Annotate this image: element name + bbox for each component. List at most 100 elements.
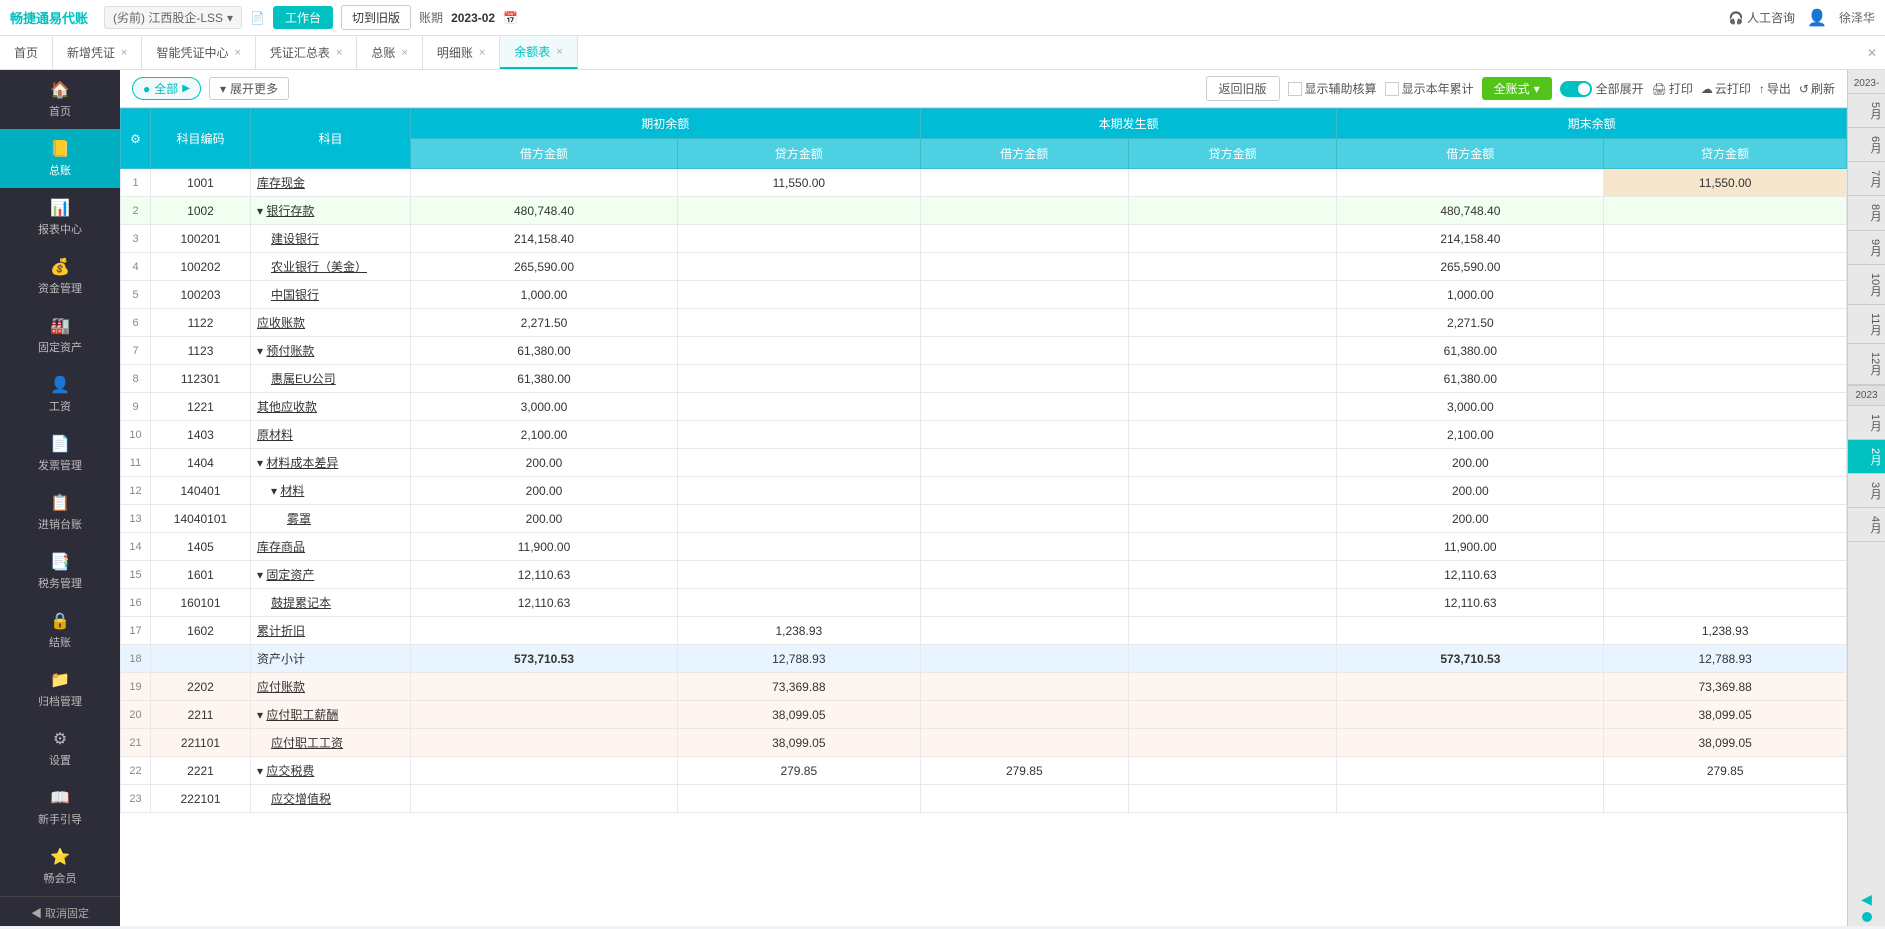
row-name[interactable]: ▾ 材料 (251, 477, 411, 505)
row-cb-credit (1604, 589, 1847, 617)
sidebar-item-guide[interactable]: 📖 新手引导 (0, 778, 120, 837)
close-icon[interactable]: × (336, 47, 342, 59)
row-name[interactable]: 雾罩 (251, 505, 411, 533)
toggle-switch[interactable] (1560, 81, 1592, 97)
row-name[interactable]: ▾ 预付账款 (251, 337, 411, 365)
return-old-ver-button[interactable]: 返回旧版 (1206, 76, 1280, 101)
expand-all-toggle[interactable]: 全部展开 (1560, 80, 1644, 97)
sidebar-item-member[interactable]: ⭐ 畅会员 (0, 837, 120, 896)
sidebar-item-invoice[interactable]: 📄 发票管理 (0, 424, 120, 483)
sidebar-guide-label: 新手引导 (38, 811, 82, 827)
th-settings[interactable]: ⚙ (121, 109, 151, 169)
row-code: 14040101 (151, 505, 251, 533)
month-6[interactable]: 6月 (1848, 128, 1885, 162)
month-1[interactable]: 1月 (1848, 406, 1885, 440)
sidebar-item-fixed-assets[interactable]: 🏭 固定资产 (0, 306, 120, 365)
tab-new-voucher-label: 新增凭证 (67, 44, 115, 61)
row-name[interactable]: 库存现金 (251, 169, 411, 197)
filter-button[interactable]: ● 全部 ▶ (132, 77, 201, 100)
tab-detail-ledger[interactable]: 明细账 × (423, 36, 500, 69)
show-aux-checkbox[interactable]: 显示辅助核算 (1288, 80, 1377, 97)
row-name[interactable]: 其他应收款 (251, 393, 411, 421)
row-name[interactable]: 应付职工工资 (251, 729, 411, 757)
sidebar-item-ledger[interactable]: 📒 总账 (0, 129, 120, 188)
panel-toggle-icon[interactable]: ◀ (1861, 891, 1872, 908)
sidebar-item-reports[interactable]: 📊 报表中心 (0, 188, 120, 247)
app-logo: 畅捷通易代账 (10, 8, 88, 27)
tab-voucher-summary[interactable]: 凭证汇总表 × (256, 36, 357, 69)
company-selector[interactable]: (劣前) 江西股企-LSS ▾ (104, 6, 242, 29)
tab-balance[interactable]: 余额表 × (500, 36, 577, 69)
row-name[interactable]: ▾ 材料成本差异 (251, 449, 411, 477)
month-11[interactable]: 11月 (1848, 305, 1885, 344)
row-cb-debit: 200.00 (1337, 449, 1604, 477)
close-icon[interactable]: × (234, 47, 240, 59)
month-12[interactable]: 12月 (1848, 344, 1885, 384)
row-name[interactable]: ▾ 应交税费 (251, 757, 411, 785)
row-name[interactable]: ▾ 应付职工薪酬 (251, 701, 411, 729)
month-10[interactable]: 10月 (1848, 265, 1885, 305)
month-7[interactable]: 7月 (1848, 162, 1885, 196)
month-3[interactable]: 3月 (1848, 474, 1885, 508)
month-8[interactable]: 8月 (1848, 196, 1885, 230)
full-format-button[interactable]: 全账式 ▾ (1482, 77, 1552, 100)
tab-home[interactable]: 首页 (0, 36, 53, 69)
row-code: 221101 (151, 729, 251, 757)
tab-new-voucher[interactable]: 新增凭证 × (53, 36, 142, 69)
row-name[interactable]: 库存商品 (251, 533, 411, 561)
row-name[interactable]: 农业银行（美金） (251, 253, 411, 281)
old-version-button[interactable]: 切到旧版 (341, 5, 411, 30)
month-5[interactable]: 5月 (1848, 94, 1885, 128)
row-code: 160101 (151, 589, 251, 617)
row-name[interactable]: 应收账款 (251, 309, 411, 337)
cloud-print-button[interactable]: ☁ 云打印 (1701, 80, 1751, 97)
show-ytd-checkbox[interactable]: 显示本年累计 (1385, 80, 1474, 97)
close-panel-icon[interactable]: ✕ (1867, 46, 1877, 60)
expand-button[interactable]: ▾ 展开更多 (209, 77, 289, 100)
sidebar-item-home[interactable]: 🏠 首页 (0, 70, 120, 129)
table-row: 2 1002 ▾ 银行存款 480,748.40 480,748.40 (121, 197, 1847, 225)
row-name[interactable]: ▾ 固定资产 (251, 561, 411, 589)
unpin-fixed-btn[interactable]: ◀ 取消固定 (0, 896, 120, 929)
row-name[interactable]: 鼓提累记本 (251, 589, 411, 617)
row-name[interactable]: 惠属EU公司 (251, 365, 411, 393)
sidebar-item-settings[interactable]: ⚙ 设置 (0, 719, 120, 778)
row-name[interactable]: 应交增值税 (251, 785, 411, 813)
sidebar-item-closing[interactable]: 🔒 结账 (0, 601, 120, 660)
close-icon[interactable]: × (401, 47, 407, 59)
tab-smart-voucher[interactable]: 智能凭证中心 × (142, 36, 255, 69)
row-name[interactable]: 累计折旧 (251, 617, 411, 645)
row-name[interactable]: 建设银行 (251, 225, 411, 253)
calendar-icon[interactable]: 📅 (503, 11, 518, 25)
workspace-button[interactable]: 工作台 (273, 6, 333, 29)
row-name[interactable]: 应付账款 (251, 673, 411, 701)
row-ob-debit: 1,000.00 (411, 281, 678, 309)
sidebar-item-archive[interactable]: 📁 归档管理 (0, 660, 120, 719)
close-icon[interactable]: × (121, 47, 127, 59)
row-name[interactable]: 中国银行 (251, 281, 411, 309)
month-2[interactable]: 2月 (1848, 440, 1885, 474)
row-ob-credit (678, 253, 921, 281)
close-icon[interactable]: × (556, 46, 562, 58)
print-button[interactable]: 🖨 打印 (1652, 80, 1693, 97)
month-4[interactable]: 4月 (1848, 508, 1885, 542)
tab-ledger[interactable]: 总账 × (357, 36, 422, 69)
consult-link[interactable]: 🎧 人工咨询 (1729, 9, 1795, 26)
row-name[interactable]: 原材料 (251, 421, 411, 449)
sidebar-item-payroll[interactable]: 👤 工资 (0, 365, 120, 424)
sidebar-item-funds[interactable]: 💰 资金管理 (0, 247, 120, 306)
row-ob-debit: 12,110.63 (411, 589, 678, 617)
row-ob-debit: 2,271.50 (411, 309, 678, 337)
refresh-button[interactable]: ↺ 刷新 (1799, 80, 1835, 97)
row-code: 1601 (151, 561, 251, 589)
month-9[interactable]: 9月 (1848, 231, 1885, 265)
row-name[interactable]: ▾ 银行存款 (251, 197, 411, 225)
sidebar-item-tax[interactable]: 📑 税务管理 (0, 542, 120, 601)
tab-voucher-summary-label: 凭证汇总表 (270, 44, 330, 61)
export-button[interactable]: ↑ 导出 (1759, 80, 1791, 97)
close-icon[interactable]: × (479, 47, 485, 59)
expand-all-label: 全部展开 (1596, 80, 1644, 97)
sidebar-item-purchase-sales[interactable]: 📋 进销台账 (0, 483, 120, 542)
row-cur-debit (920, 617, 1128, 645)
row-name[interactable]: 资产小计 (251, 645, 411, 673)
